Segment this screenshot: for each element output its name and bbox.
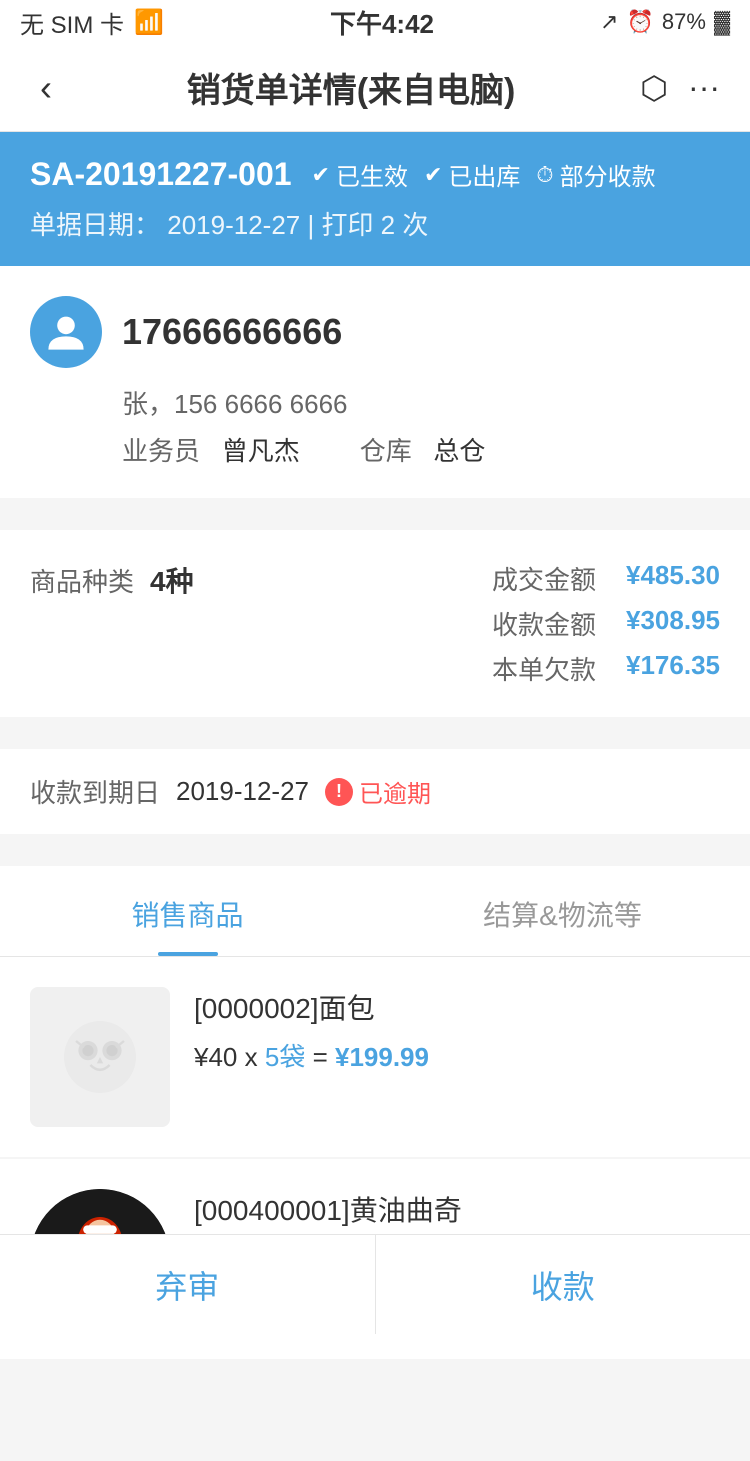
status-partial: ⏱ 部分收款 — [536, 157, 655, 192]
share-icon[interactable]: ⬡ — [640, 69, 668, 107]
tab-settlement-label: 结算&物流等 — [483, 900, 642, 931]
wifi-icon: 📶 — [134, 8, 164, 37]
carrier-label: 无 SIM 卡 — [20, 5, 124, 40]
product-card-1: [0000002]面包 ¥40 x 5袋 = ¥199.99 — [0, 957, 750, 1157]
order-id: SA-20191227-001 — [30, 156, 292, 193]
owed-label: 本单欠款 — [492, 650, 596, 687]
summary-section: 商品种类 4种 成交金额 ¥485.30 收款金额 ¥308.95 本单欠款 ¥… — [0, 530, 750, 717]
product-name-1: [0000002]面包 — [194, 987, 720, 1027]
alarm-icon: ⏰ — [626, 9, 653, 35]
confirm-button[interactable]: 收款 — [376, 1235, 750, 1334]
back-button[interactable]: ‹ — [30, 57, 62, 119]
nav-actions: ⬡ ··· — [640, 69, 720, 107]
product-image-1 — [30, 987, 170, 1127]
nav-bar: ‹ 销货单详情(来自电脑) ⬡ ··· — [0, 44, 750, 132]
types-count: 4种 — [150, 560, 194, 600]
salesperson-row: 业务员 曾凡杰 — [122, 431, 300, 468]
order-date-value: 2019-12-27 — [167, 210, 300, 240]
received-value: ¥308.95 — [626, 605, 720, 642]
bottom-actions: 弃审 收款 — [0, 1234, 750, 1334]
print-info: | 打印 2 次 — [307, 210, 428, 240]
product-price-1: ¥40 x 5袋 = ¥199.99 — [194, 1037, 720, 1074]
status-bar-left: 无 SIM 卡 📶 — [20, 5, 164, 40]
order-date-row: 单据日期： 2019-12-27 | 打印 2 次 — [30, 205, 720, 242]
salesperson-label: 业务员 — [122, 436, 200, 466]
status-bar-right: ↗ ⏰ 87% ▓ — [600, 9, 730, 35]
product-qty-1: 5袋 — [265, 1042, 305, 1072]
tab-products[interactable]: 销售商品 — [0, 866, 375, 956]
customer-id: 17666666666 — [122, 311, 342, 353]
page-title: 销货单详情(来自电脑) — [187, 63, 516, 112]
location-icon: ↗ — [600, 9, 618, 35]
due-section: 收款到期日 2019-12-27 ! 已逾期 — [0, 749, 750, 834]
product-name-2: [000400001]黄油曲奇 — [194, 1189, 720, 1229]
total-amount-row: 成交金额 ¥485.30 — [492, 560, 720, 597]
tab-products-label: 销售商品 — [131, 900, 243, 931]
cancel-button[interactable]: 弃审 — [0, 1235, 376, 1334]
salesperson-value: 曾凡杰 — [222, 436, 300, 466]
check-icon-2: ✔ — [424, 162, 442, 188]
clock-icon: ⏱ — [536, 162, 553, 188]
product-info-1: [0000002]面包 ¥40 x 5袋 = ¥199.99 — [194, 987, 720, 1074]
product-unit-price-1: ¥40 — [194, 1042, 237, 1072]
warehouse-value: 总仓 — [433, 436, 485, 466]
overdue-icon: ! — [325, 778, 353, 806]
date-label: 单据日期： — [30, 210, 160, 240]
due-date-value: 2019-12-27 — [176, 776, 309, 807]
overdue-badge: ! 已逾期 — [325, 774, 431, 809]
battery-icon: ▓ — [714, 9, 730, 35]
owed-value: ¥176.35 — [626, 650, 720, 687]
more-icon[interactable]: ··· — [688, 69, 720, 106]
warehouse-label: 仓库 — [360, 436, 412, 466]
avatar — [30, 296, 102, 368]
product-total-1: ¥199.99 — [335, 1042, 429, 1072]
divider-2 — [0, 733, 750, 749]
overdue-text: 已逾期 — [359, 774, 431, 809]
owed-amount-row: 本单欠款 ¥176.35 — [492, 650, 720, 687]
product-types: 商品种类 4种 — [30, 560, 194, 600]
tabs-row: 销售商品 结算&物流等 — [0, 866, 750, 956]
status-bar: 无 SIM 卡 📶 下午4:42 ↗ ⏰ 87% ▓ — [0, 0, 750, 44]
types-label: 商品种类 — [30, 562, 134, 599]
amount-label: 成交金额 — [492, 560, 596, 597]
status-bar-time: 下午4:42 — [330, 4, 434, 41]
divider-1 — [0, 514, 750, 530]
received-amount-row: 收款金额 ¥308.95 — [492, 605, 720, 642]
customer-contact: 张，156 6666 6666 — [30, 384, 720, 421]
received-label: 收款金额 — [492, 605, 596, 642]
divider-3 — [0, 850, 750, 866]
warehouse-row: 仓库 总仓 — [360, 431, 486, 468]
customer-section: 17666666666 张，156 6666 6666 业务员 曾凡杰 仓库 总… — [0, 266, 750, 498]
due-label: 收款到期日 — [30, 773, 160, 810]
amounts: 成交金额 ¥485.30 收款金额 ¥308.95 本单欠款 ¥176.35 — [492, 560, 720, 687]
customer-meta: 业务员 曾凡杰 仓库 总仓 — [30, 431, 720, 468]
tabs-section: 销售商品 结算&物流等 — [0, 866, 750, 957]
status-badges: ✔ 已生效 ✔ 已出库 ⏱ 部分收款 — [312, 157, 656, 192]
order-header: SA-20191227-001 ✔ 已生效 ✔ 已出库 ⏱ 部分收款 单据日期：… — [0, 132, 750, 266]
tab-settlement[interactable]: 结算&物流等 — [375, 866, 750, 956]
customer-top: 17666666666 — [30, 296, 720, 368]
battery-label: 87% — [662, 9, 706, 35]
amount-value: ¥485.30 — [626, 560, 720, 597]
check-icon-1: ✔ — [312, 162, 330, 188]
status-active: ✔ 已生效 — [312, 157, 408, 192]
summary-row: 商品种类 4种 成交金额 ¥485.30 收款金额 ¥308.95 本单欠款 ¥… — [30, 560, 720, 687]
status-shipped: ✔ 已出库 — [424, 157, 520, 192]
